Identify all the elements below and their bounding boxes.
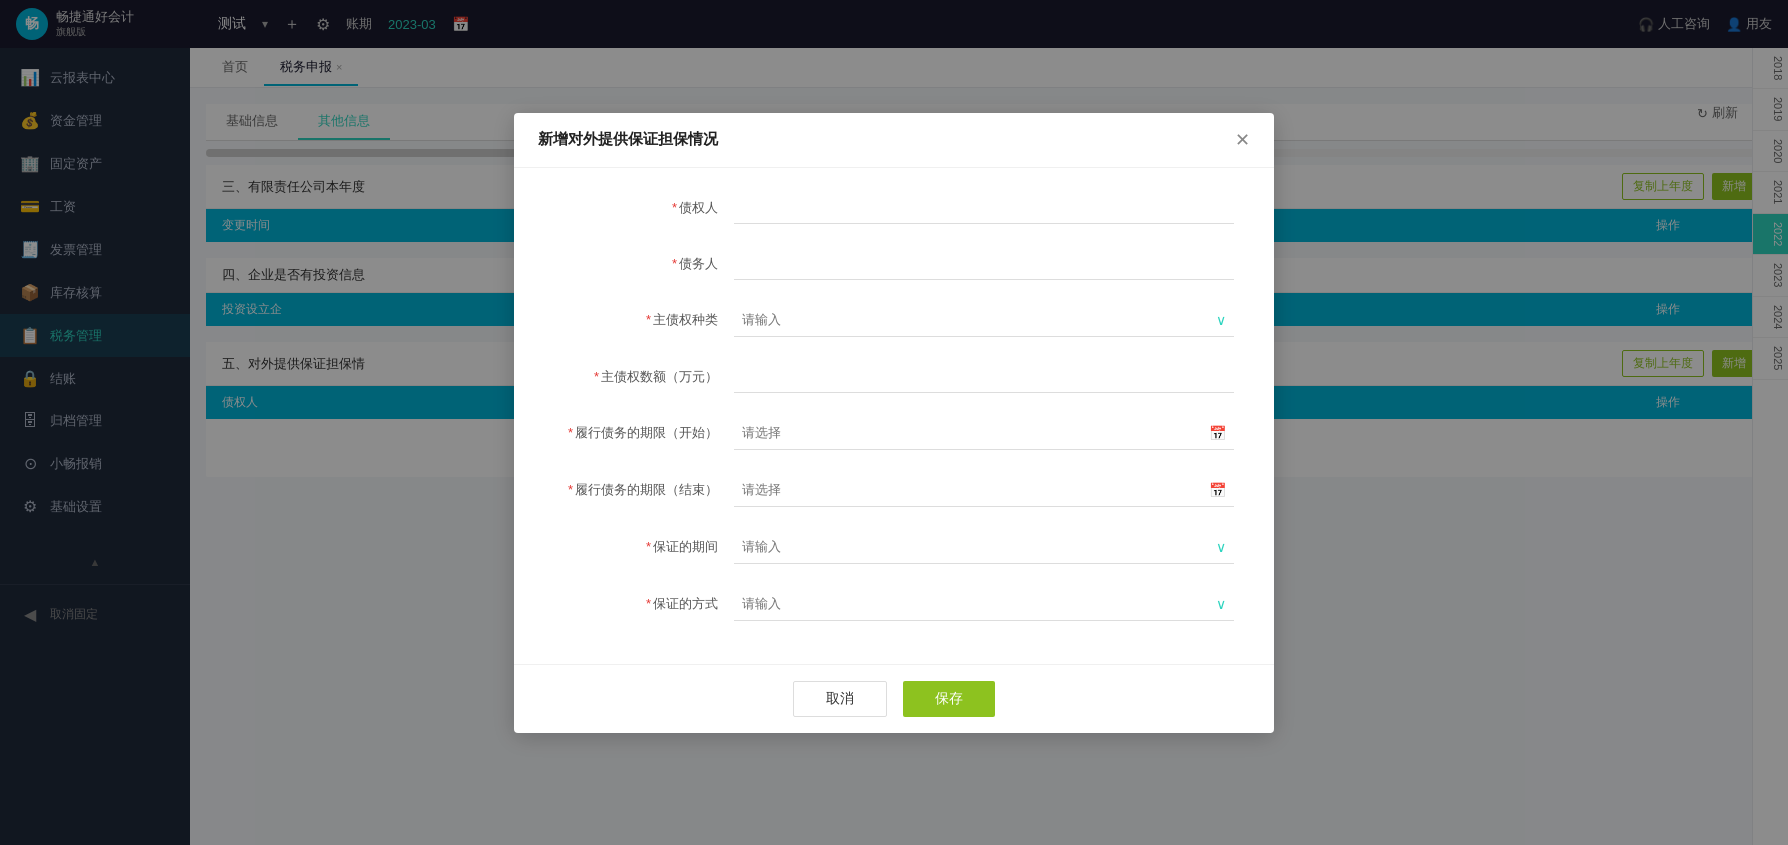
required-star: * — [568, 425, 573, 440]
required-star: * — [646, 312, 651, 327]
form-row-guarantee-method: *保证的方式 ∨ — [554, 588, 1234, 621]
input-debt-type[interactable] — [734, 304, 1216, 336]
form-label-guarantee-method: *保证的方式 — [554, 595, 734, 613]
select-wrapper-debt-type: ∨ — [734, 304, 1234, 337]
form-row-period-start: *履行债务的期限（开始） 📅 — [554, 417, 1234, 450]
form-label-debt-amount: *主债权数额（万元） — [554, 368, 734, 386]
required-star: * — [594, 369, 599, 384]
form-row-guarantee-period: *保证的期间 ∨ — [554, 531, 1234, 564]
modal-footer: 取消 保存 — [514, 664, 1274, 733]
required-star: * — [672, 256, 677, 271]
input-guarantee-period[interactable] — [734, 531, 1216, 563]
modal-body: *债权人 *债务人 *主债权种类 ∨ — [514, 168, 1274, 664]
required-star: * — [568, 482, 573, 497]
required-star: * — [646, 539, 651, 554]
input-debt-amount[interactable] — [734, 361, 1234, 393]
form-row-debt-type: *主债权种类 ∨ — [554, 304, 1234, 337]
modal-title: 新增对外提供保证担保情况 — [538, 130, 718, 149]
required-star: * — [646, 596, 651, 611]
form-label-debtor: *债务人 — [554, 255, 734, 273]
form-label-period-start: *履行债务的期限（开始） — [554, 424, 734, 442]
modal-close-button[interactable]: ✕ — [1235, 129, 1250, 151]
select-wrapper-guarantee-period: ∨ — [734, 531, 1234, 564]
form-row-debtor: *债务人 — [554, 248, 1234, 280]
required-star: * — [672, 200, 677, 215]
input-debtor[interactable] — [734, 248, 1234, 280]
calendar-icon-end[interactable]: 📅 — [1209, 482, 1234, 498]
form-row-creditor: *债权人 — [554, 192, 1234, 224]
form-label-period-end: *履行债务的期限（结束） — [554, 481, 734, 499]
save-button[interactable]: 保存 — [903, 681, 995, 717]
select-wrapper-guarantee-method: ∨ — [734, 588, 1234, 621]
input-guarantee-method[interactable] — [734, 588, 1216, 620]
modal-overlay: 新增对外提供保证担保情况 ✕ *债权人 *债务人 *主债权种类 — [0, 0, 1788, 845]
form-label-guarantee-period: *保证的期间 — [554, 538, 734, 556]
form-row-debt-amount: *主债权数额（万元） — [554, 361, 1234, 393]
modal-dialog: 新增对外提供保证担保情况 ✕ *债权人 *债务人 *主债权种类 — [514, 113, 1274, 733]
modal-header: 新增对外提供保证担保情况 ✕ — [514, 113, 1274, 168]
calendar-icon-start[interactable]: 📅 — [1209, 425, 1234, 441]
dropdown-icon-debt-type[interactable]: ∨ — [1216, 312, 1234, 328]
form-label-debt-type: *主债权种类 — [554, 311, 734, 329]
input-creditor[interactable] — [734, 192, 1234, 224]
dropdown-icon-guarantee-method[interactable]: ∨ — [1216, 596, 1234, 612]
input-period-start[interactable] — [734, 417, 1209, 449]
date-wrapper-period-start: 📅 — [734, 417, 1234, 450]
input-period-end[interactable] — [734, 474, 1209, 506]
form-row-period-end: *履行债务的期限（结束） 📅 — [554, 474, 1234, 507]
cancel-button[interactable]: 取消 — [793, 681, 887, 717]
form-label-creditor: *债权人 — [554, 199, 734, 217]
date-wrapper-period-end: 📅 — [734, 474, 1234, 507]
dropdown-icon-guarantee-period[interactable]: ∨ — [1216, 539, 1234, 555]
